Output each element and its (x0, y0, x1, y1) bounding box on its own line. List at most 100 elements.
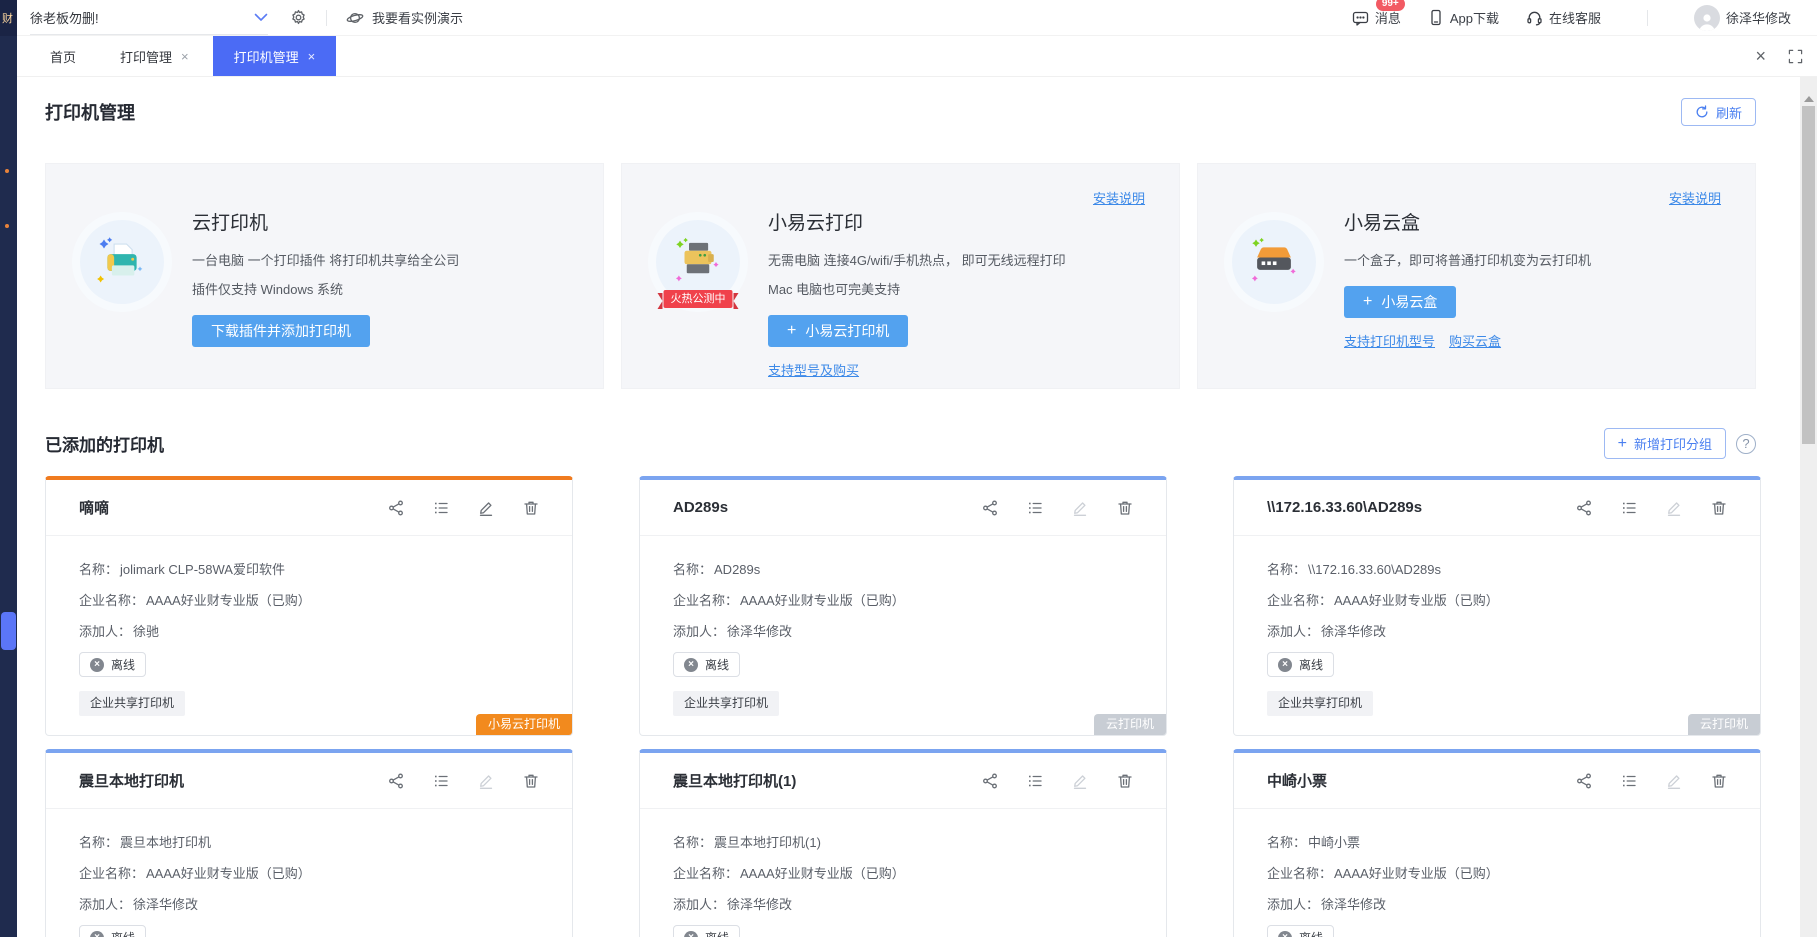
edit-icon (478, 773, 494, 789)
offline-icon: × (684, 930, 698, 937)
printer-name: 震旦本地打印机 (120, 835, 212, 850)
field-label: 企业名称： (79, 593, 145, 608)
share-icon[interactable] (982, 500, 998, 516)
promo-title: 小易云打印 (768, 213, 864, 234)
delete-icon[interactable] (1117, 500, 1133, 516)
install-guide-link[interactable]: 安装说明 (1093, 188, 1145, 207)
printer-title: 中崎小票 (1267, 773, 1328, 790)
shared-printer-tag: 企业共享打印机 (1267, 691, 1374, 716)
teal-printer-icon (80, 220, 164, 304)
topbar: 徐老板勿删! 我要看实例演示 99+ 消息 App下载 在线客服 徐泽华修改 (17, 0, 1817, 36)
share-icon[interactable] (1576, 773, 1592, 789)
sidebar-dot-icon (5, 224, 9, 228)
fullscreen-icon[interactable] (1788, 49, 1803, 64)
messages-button[interactable]: 99+ 消息 (1352, 0, 1405, 27)
list-icon[interactable] (433, 500, 449, 516)
printer-title: 嘀嘀 (79, 500, 110, 517)
scrollbar-track[interactable] (1800, 77, 1817, 937)
page-title: 打印机管理 (45, 103, 135, 123)
delete-icon[interactable] (1711, 500, 1727, 516)
company-name: AAAA好业财专业版（已购） (1334, 866, 1499, 881)
status-badge: ×离线 (673, 652, 741, 677)
yellow-printer-icon: 火热公测中 (656, 220, 740, 309)
plus-icon: + (1617, 434, 1627, 452)
printer-card: 震旦本地打印机(1) 名称： 震旦本地打印机(1) 企业名称： AAAA好业财专业版… (639, 749, 1167, 937)
creator-name: 徐泽华修改 (1321, 897, 1387, 912)
username: 徐泽华修改 (1725, 11, 1791, 26)
user-menu[interactable]: 徐泽华修改 (1693, 4, 1791, 31)
chevron-down-icon (254, 13, 268, 22)
field-label: 名称： (1267, 835, 1307, 850)
plus-icon: + (787, 322, 797, 339)
planet-icon (346, 10, 364, 26)
creator-name: 徐泽华修改 (133, 897, 199, 912)
list-icon[interactable] (1027, 500, 1043, 516)
printer-name: 中崎小票 (1308, 835, 1361, 850)
company-name: AAAA好业财专业版（已购） (740, 866, 905, 881)
delete-icon[interactable] (1711, 773, 1727, 789)
app-download-label: App下载 (1449, 11, 1499, 26)
share-icon[interactable] (1576, 500, 1592, 516)
support-button[interactable]: 在线客服 (1526, 8, 1601, 27)
printer-card: 震旦本地打印机 名称： 震旦本地打印机 企业名称： AAAA好业财专业版（已购） 添… (45, 749, 573, 937)
printer-card: 嘀嘀 名称： jolimark CLP-58WA爱印软件 企业名称： AAAA好业财… (45, 476, 573, 736)
close-tab-icon[interactable]: × (308, 50, 316, 63)
promo-title: 小易云盒 (1344, 213, 1421, 234)
company-name: AAAA好业财专业版（已购） (1334, 593, 1499, 608)
collapsed-sidebar: 财 (0, 0, 17, 937)
close-tab-icon[interactable]: × (181, 50, 189, 63)
install-guide-link[interactable]: 安装说明 (1669, 188, 1721, 207)
list-icon[interactable] (1621, 500, 1637, 516)
field-label: 企业名称： (1267, 866, 1333, 881)
creator-name: 徐泽华修改 (1321, 624, 1387, 639)
app-download-button[interactable]: App下载 (1428, 8, 1499, 27)
offline-icon: × (684, 657, 698, 672)
promo-desc: Mac 电脑也可完美支持 (768, 282, 901, 297)
delete-icon[interactable] (1117, 773, 1133, 789)
delete-icon[interactable] (523, 500, 539, 516)
share-icon[interactable] (388, 500, 404, 516)
creator-name: 徐泽华修改 (727, 897, 793, 912)
edit-icon (1666, 773, 1682, 789)
supported-models-link[interactable]: 支持型号及购买 (768, 360, 859, 379)
list-icon[interactable] (1027, 773, 1043, 789)
share-icon[interactable] (388, 773, 404, 789)
printer-grid: 嘀嘀 名称： jolimark CLP-58WA爱印软件 企业名称： AAAA好业财… (45, 476, 1761, 937)
status-badge: ×离线 (1267, 925, 1335, 937)
add-xiaoyi-cloud-printer-button[interactable]: + 小易云打印机 (768, 315, 909, 347)
scrollbar-thumb[interactable] (1802, 106, 1815, 444)
field-label: 名称： (79, 835, 119, 850)
help-icon[interactable]: ? (1736, 433, 1756, 454)
list-icon[interactable] (1621, 773, 1637, 789)
scrollbar-up-icon[interactable] (1804, 96, 1814, 102)
tab-printer-management-active[interactable]: 打印机管理 × (212, 36, 337, 76)
refresh-icon (1695, 105, 1709, 119)
plus-icon: + (1363, 293, 1373, 310)
sidebar-active-item[interactable] (1, 612, 16, 650)
company-select[interactable]: 徐老板勿删! (30, 1, 268, 35)
refresh-button[interactable]: 刷新 (1680, 98, 1756, 126)
add-print-group-button[interactable]: + 新增打印分组 (1603, 428, 1726, 459)
printer-card: 中崎小票 名称： 中崎小票 企业名称： AAAA好业财专业版（已购） 添加人： 徐泽华… (1233, 749, 1761, 937)
list-icon[interactable] (433, 773, 449, 789)
edit-icon[interactable] (478, 500, 494, 516)
offline-icon: × (90, 657, 104, 672)
promo-card-xiaoyi-cloud-box: 安装说明 小易云盒 一个盒子，即可将普通打印机变为云打印机 + 小易云盒 支持打… (1197, 163, 1756, 389)
delete-icon[interactable] (523, 773, 539, 789)
gear-icon[interactable] (290, 9, 307, 26)
printer-type-ribbon: 小易云打印机 (475, 714, 572, 735)
demo-link[interactable]: 我要看实例演示 (346, 8, 463, 27)
close-icon[interactable]: × (1755, 46, 1766, 67)
tab-print-management[interactable]: 打印管理 × (120, 36, 189, 76)
avatar (1693, 4, 1720, 31)
tab-home[interactable]: 首页 (50, 36, 76, 76)
download-plugin-button[interactable]: 下载插件并添加打印机 (192, 315, 370, 347)
add-xiaoyi-cloud-box-button[interactable]: + 小易云盒 (1344, 286, 1457, 318)
field-label: 添加人： (1267, 897, 1320, 912)
creator-name: 徐泽华修改 (727, 624, 793, 639)
supported-printer-models-link[interactable]: 支持打印机型号 (1344, 331, 1435, 350)
buy-cloud-box-link[interactable]: 购买云盒 (1449, 331, 1501, 350)
printer-title: 震旦本地打印机 (79, 773, 185, 790)
hot-beta-ribbon: 火热公测中 (657, 290, 739, 309)
share-icon[interactable] (982, 773, 998, 789)
